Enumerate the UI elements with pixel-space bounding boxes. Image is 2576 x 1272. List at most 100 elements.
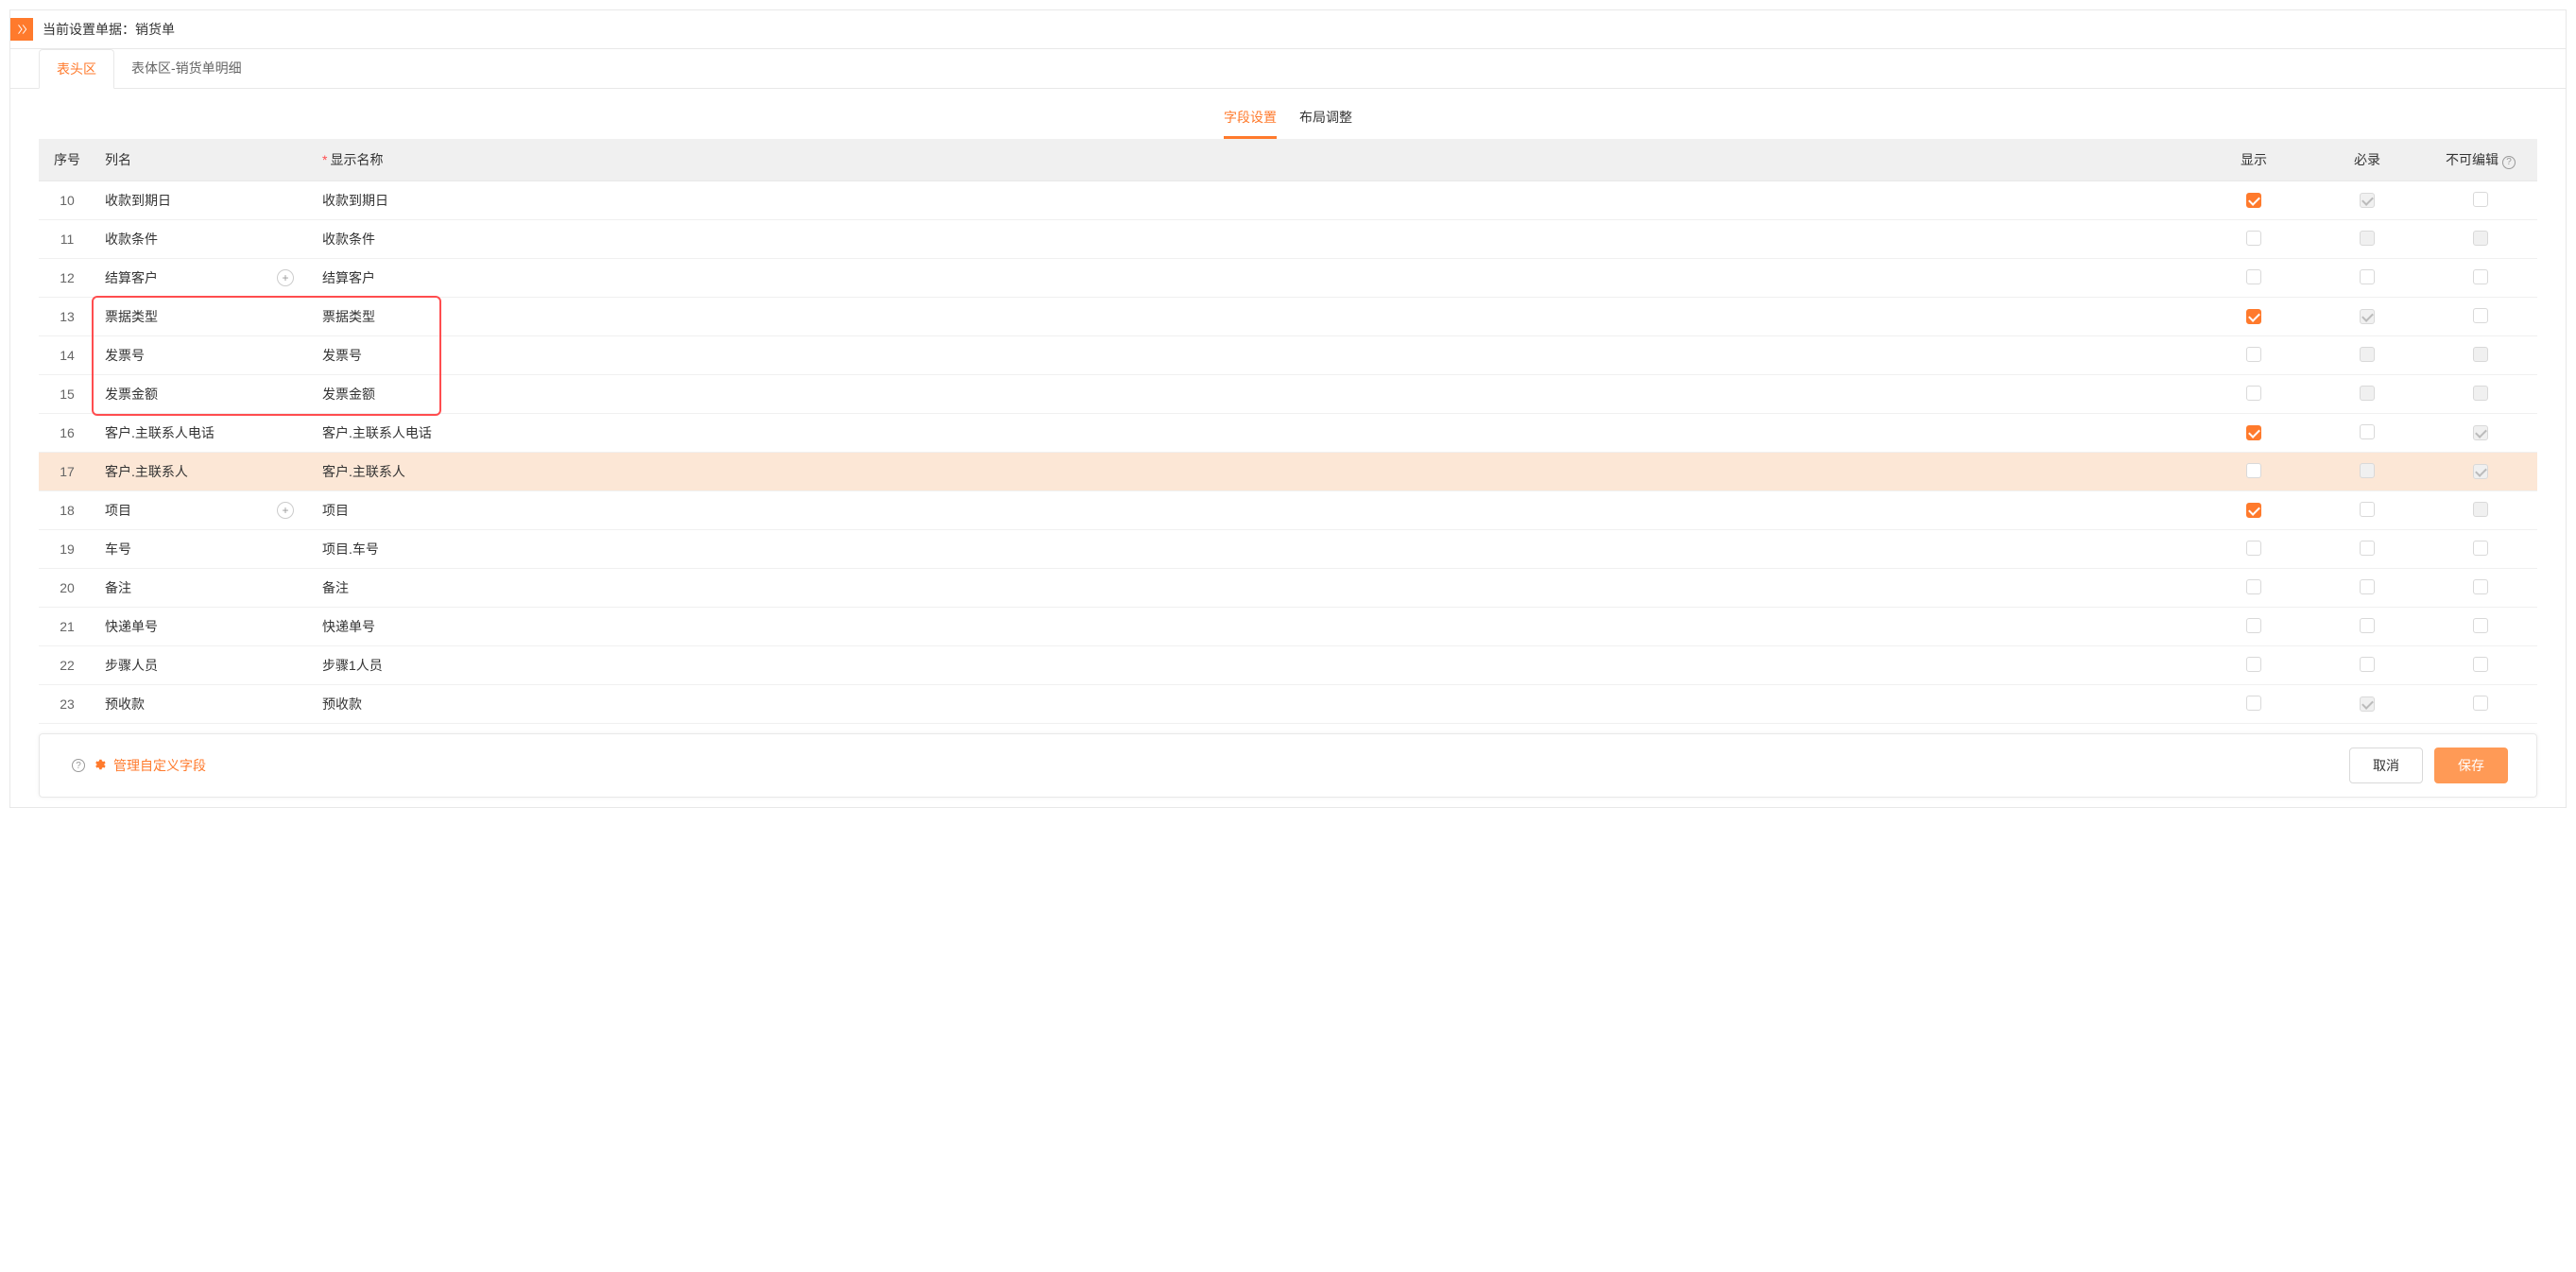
readonly-checkbox[interactable] (2473, 696, 2488, 711)
show-checkbox[interactable] (2246, 541, 2261, 556)
table-row[interactable]: 16客户.主联系人电话客户.主联系人电话 (39, 414, 2537, 453)
required-checkbox[interactable] (2360, 269, 2375, 284)
show-checkbox[interactable] (2246, 269, 2261, 284)
table-row[interactable]: 15发票金额发票金额 (39, 375, 2537, 414)
footer-bar: ? 管理自定义字段 取消 保存 (39, 733, 2537, 798)
readonly-checkbox[interactable] (2473, 657, 2488, 672)
row-display-name[interactable]: 备注 (313, 569, 2197, 608)
row-display-name[interactable]: 结算客户 (313, 259, 2197, 298)
table-row[interactable]: 14发票号发票号 (39, 336, 2537, 375)
row-column-name: 收款到期日 (95, 181, 313, 220)
table-row[interactable]: 21快递单号快递单号 (39, 608, 2537, 646)
row-column-name: 步骤人员 (95, 646, 313, 685)
page-title: 当前设置单据：销货单 (43, 20, 175, 39)
col-header-name: 列名 (95, 139, 313, 181)
row-display-name[interactable]: 发票金额 (313, 375, 2197, 414)
save-button[interactable]: 保存 (2434, 748, 2508, 783)
row-display-name[interactable]: 收款到期日 (313, 181, 2197, 220)
show-checkbox[interactable] (2246, 231, 2261, 246)
show-checkbox[interactable] (2246, 618, 2261, 633)
col-header-display: *显示名称 (313, 139, 2197, 181)
table-row[interactable]: 22步骤人员步骤1人员 (39, 646, 2537, 685)
row-column-name: 收款条件 (95, 220, 313, 259)
show-checkbox[interactable] (2246, 425, 2261, 440)
required-checkbox[interactable] (2360, 618, 2375, 633)
row-display-name[interactable]: 收款条件 (313, 220, 2197, 259)
required-checkbox[interactable] (2360, 579, 2375, 594)
row-seq: 14 (39, 336, 95, 375)
row-display-name[interactable]: 发票号 (313, 336, 2197, 375)
fields-table: 序号 列名 *显示名称 显示 必录 不可编辑? 10收款到期日收款到期日11收款… (39, 139, 2537, 724)
gear-icon (93, 758, 106, 774)
show-checkbox[interactable] (2246, 386, 2261, 401)
row-display-name[interactable]: 票据类型 (313, 298, 2197, 336)
col-header-show: 显示 (2197, 139, 2310, 181)
expand-sidebar-button[interactable] (10, 18, 33, 41)
show-checkbox[interactable] (2246, 579, 2261, 594)
row-seq: 10 (39, 181, 95, 220)
table-row[interactable]: 23预收款预收款 (39, 685, 2537, 724)
table-row[interactable]: 13票据类型票据类型 (39, 298, 2537, 336)
readonly-checkbox[interactable] (2473, 541, 2488, 556)
required-checkbox[interactable] (2360, 424, 2375, 439)
readonly-checkbox[interactable] (2473, 192, 2488, 207)
header-bar: 当前设置单据：销货单 (10, 10, 2566, 49)
table-row[interactable]: 20备注备注 (39, 569, 2537, 608)
row-display-name[interactable]: 预收款 (313, 685, 2197, 724)
required-checkbox (2360, 696, 2375, 712)
row-seq: 16 (39, 414, 95, 453)
required-checkbox (2360, 347, 2375, 362)
show-checkbox[interactable] (2246, 347, 2261, 362)
show-checkbox[interactable] (2246, 193, 2261, 208)
readonly-checkbox[interactable] (2473, 579, 2488, 594)
readonly-checkbox (2473, 425, 2488, 440)
subtab-layout-adjust[interactable]: 布局调整 (1299, 102, 1352, 139)
show-checkbox[interactable] (2246, 463, 2261, 478)
required-checkbox[interactable] (2360, 657, 2375, 672)
show-checkbox[interactable] (2246, 309, 2261, 324)
add-icon[interactable]: + (277, 269, 294, 286)
readonly-checkbox (2473, 386, 2488, 401)
table-row[interactable]: 18项目+项目 (39, 491, 2537, 530)
readonly-checkbox[interactable] (2473, 618, 2488, 633)
row-seq: 23 (39, 685, 95, 724)
table-row[interactable]: 19车号项目.车号 (39, 530, 2537, 569)
row-seq: 20 (39, 569, 95, 608)
readonly-checkbox[interactable] (2473, 308, 2488, 323)
row-display-name[interactable]: 步骤1人员 (313, 646, 2197, 685)
table-row[interactable]: 10收款到期日收款到期日 (39, 181, 2537, 220)
readonly-checkbox[interactable] (2473, 269, 2488, 284)
required-checkbox[interactable] (2360, 541, 2375, 556)
col-header-required: 必录 (2310, 139, 2424, 181)
row-display-name[interactable]: 客户.主联系人电话 (313, 414, 2197, 453)
manage-custom-fields-link[interactable]: 管理自定义字段 (113, 756, 206, 775)
help-icon[interactable]: ? (2502, 156, 2516, 169)
row-display-name[interactable]: 项目 (313, 491, 2197, 530)
add-icon[interactable]: + (277, 502, 294, 519)
chevron-right-double-icon (15, 23, 28, 36)
row-column-name: 结算客户+ (95, 259, 313, 298)
tab-body-area[interactable]: 表体区-销货单明细 (114, 49, 259, 88)
show-checkbox[interactable] (2246, 657, 2261, 672)
cancel-button[interactable]: 取消 (2349, 748, 2423, 783)
table-row[interactable]: 17客户.主联系人客户.主联系人 (39, 453, 2537, 491)
row-display-name[interactable]: 快递单号 (313, 608, 2197, 646)
row-display-name[interactable]: 客户.主联系人 (313, 453, 2197, 491)
row-column-name: 客户.主联系人电话 (95, 414, 313, 453)
readonly-checkbox (2473, 464, 2488, 479)
table-row[interactable]: 12结算客户+结算客户 (39, 259, 2537, 298)
show-checkbox[interactable] (2246, 503, 2261, 518)
row-seq: 12 (39, 259, 95, 298)
question-icon[interactable]: ? (72, 759, 85, 772)
row-seq: 15 (39, 375, 95, 414)
table-row[interactable]: 11收款条件收款条件 (39, 220, 2537, 259)
show-checkbox[interactable] (2246, 696, 2261, 711)
row-column-name: 预收款 (95, 685, 313, 724)
row-display-name[interactable]: 项目.车号 (313, 530, 2197, 569)
required-checkbox (2360, 386, 2375, 401)
subtab-field-settings[interactable]: 字段设置 (1224, 102, 1277, 139)
required-checkbox[interactable] (2360, 502, 2375, 517)
row-seq: 13 (39, 298, 95, 336)
tab-header-area[interactable]: 表头区 (39, 49, 114, 89)
row-column-name: 快递单号 (95, 608, 313, 646)
